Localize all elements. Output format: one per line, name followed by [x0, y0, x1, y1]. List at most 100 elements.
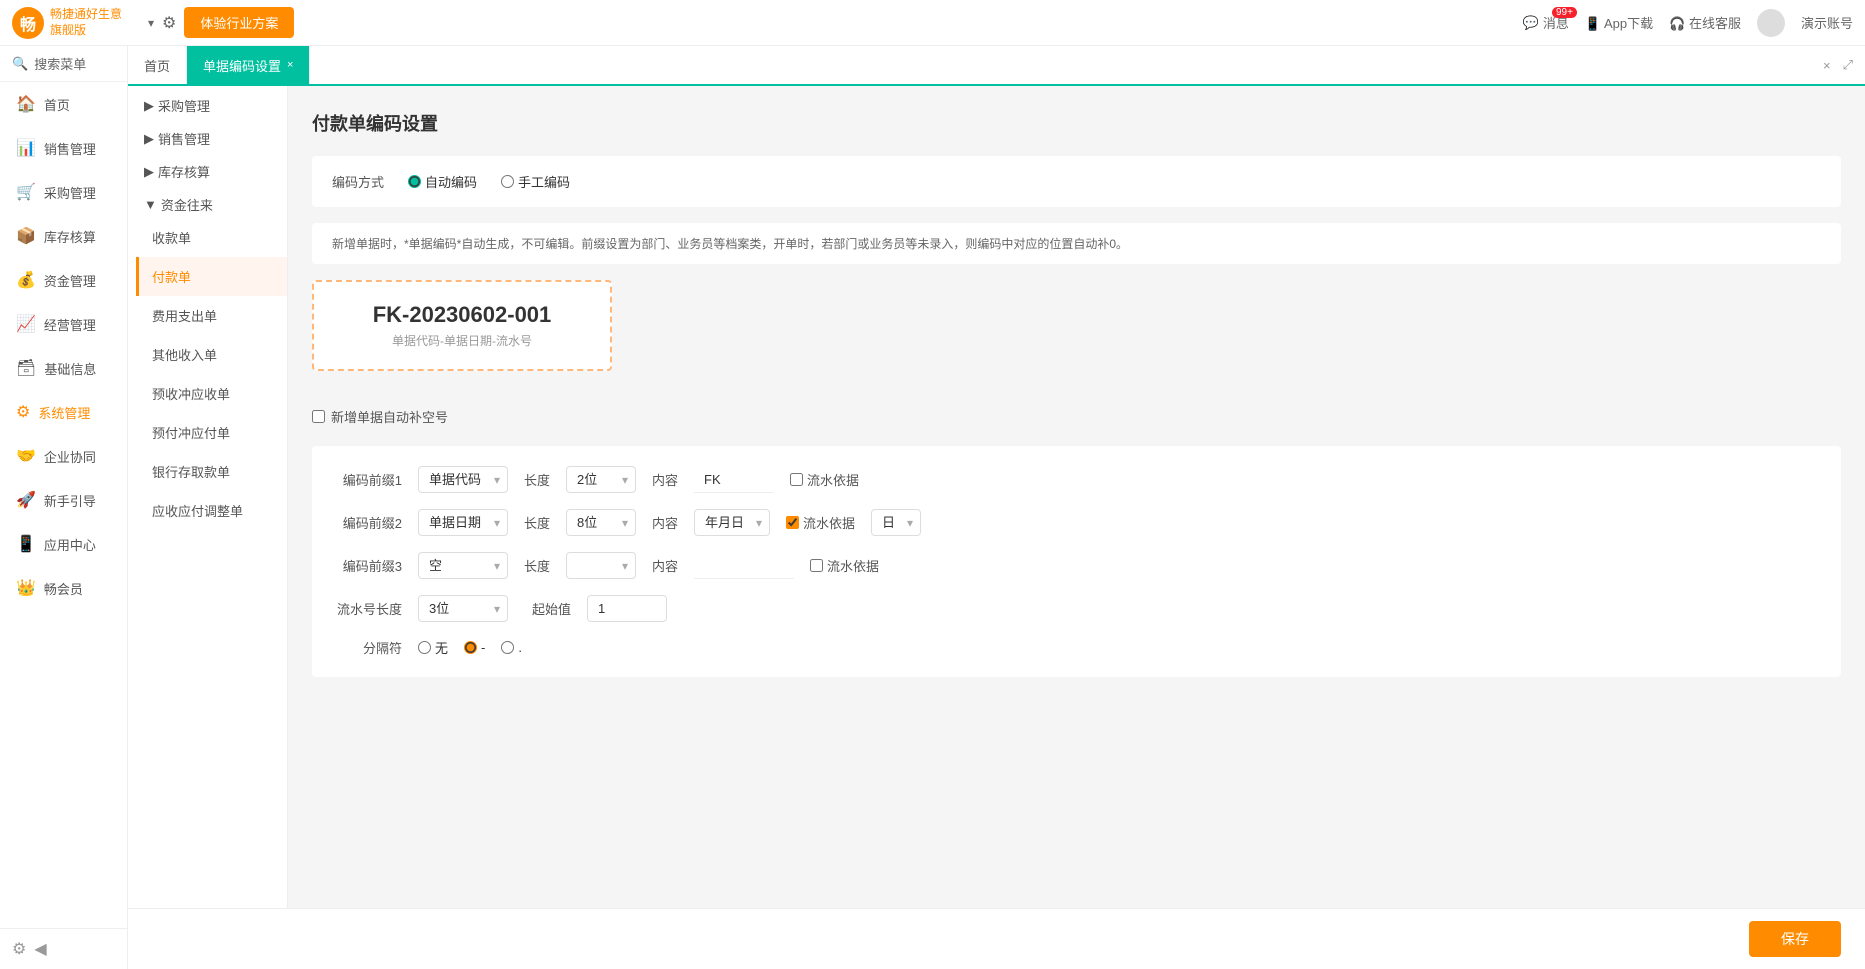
- prefix2-select[interactable]: 单据日期: [418, 509, 508, 536]
- stream1-checkbox-row: 流水依据: [790, 470, 859, 489]
- collapse-icon[interactable]: ◀: [34, 939, 46, 959]
- length1-select[interactable]: 2位: [566, 466, 636, 493]
- tab-close-icon[interactable]: ×: [287, 59, 293, 71]
- submenu-expense[interactable]: 费用支出单: [136, 296, 287, 335]
- stream2-cycle-select[interactable]: 日: [871, 509, 921, 536]
- content3-label: 内容: [652, 556, 678, 575]
- message-icon: 💬: [1523, 15, 1539, 31]
- message-btn[interactable]: 💬 消息 99+: [1523, 13, 1569, 32]
- online-service-btn[interactable]: 🎧 在线客服: [1669, 13, 1741, 32]
- form-section: 编码前缀1 单据代码 长度 2位 内容: [312, 446, 1841, 677]
- submenu-inventory[interactable]: ▶ 库存核算: [128, 152, 287, 185]
- inner-layout: ▶ 采购管理 ▶ 销售管理 ▶ 库存核算 ▼ 资金往来 收款单 付款单: [128, 86, 1865, 908]
- sep-none-label[interactable]: 无: [418, 638, 448, 657]
- prefix1-label: 编码前缀1: [332, 470, 402, 489]
- sidebar-item-system[interactable]: ⚙ 系统管理: [0, 390, 127, 434]
- avatar[interactable]: [1757, 9, 1785, 37]
- radio-sep-dot[interactable]: [501, 641, 514, 654]
- sidebar-item-collab[interactable]: 🤝 企业协同: [0, 434, 127, 478]
- tab-bar: 首页 单据编码设置 × × ⤢: [128, 46, 1865, 86]
- operations-icon: 📈: [16, 314, 36, 334]
- save-button[interactable]: 保存: [1749, 921, 1841, 957]
- settings-bottom-icon[interactable]: ⚙: [12, 939, 26, 959]
- prefix1-select[interactable]: 单据代码: [418, 466, 508, 493]
- tab-minimize-icon[interactable]: ×: [1823, 58, 1831, 73]
- sep-dot-label[interactable]: .: [501, 640, 522, 655]
- content1-label: 内容: [652, 470, 678, 489]
- content2-select[interactable]: 年月日: [694, 509, 770, 536]
- user-name: 演示账号: [1801, 13, 1853, 32]
- sidebar-item-inventory[interactable]: 📦 库存核算: [0, 214, 127, 258]
- radio-manual-label[interactable]: 手工编码: [501, 172, 570, 191]
- sep-dash-label[interactable]: -: [464, 640, 485, 655]
- form-row-serial: 流水号长度 3位 起始值: [332, 595, 1821, 622]
- submenu-prepay-pay[interactable]: 预付冲应付单: [136, 413, 287, 452]
- sidebar: 🔍 搜索菜单 🏠 首页 📊 销售管理 🛒 采购管理 📦 库存核算 💰 资金管理 …: [0, 46, 128, 969]
- length3-select[interactable]: [566, 552, 636, 579]
- prefix3-select[interactable]: 空: [418, 552, 508, 579]
- radio-sep-dash[interactable]: [464, 641, 477, 654]
- sidebar-item-home[interactable]: 🏠 首页: [0, 82, 127, 126]
- serial-len-label: 流水号长度: [332, 599, 402, 618]
- sidebar-item-member[interactable]: 👑 畅会员: [0, 566, 127, 610]
- content1-input: [694, 467, 774, 493]
- sidebar-item-sales[interactable]: 📊 销售管理: [0, 126, 127, 170]
- submenu-sales[interactable]: ▶ 销售管理: [128, 119, 287, 152]
- start-val-input[interactable]: [587, 595, 667, 622]
- radio-auto-label[interactable]: 自动编码: [408, 172, 477, 191]
- code-preview-sub: 单据代码-单据日期-流水号: [346, 332, 578, 349]
- sidebar-item-guide[interactable]: 🚀 新手引导: [0, 478, 127, 522]
- radio-sep-none[interactable]: [418, 641, 431, 654]
- tab-controls: × ⤢: [1811, 46, 1865, 84]
- stream3-checkbox[interactable]: [810, 559, 823, 572]
- trial-btn[interactable]: 体验行业方案: [184, 7, 294, 38]
- submenu-bank[interactable]: 银行存取款单: [136, 452, 287, 491]
- submenu-purchase[interactable]: ▶ 采购管理: [128, 86, 287, 119]
- tab-home[interactable]: 首页: [128, 46, 187, 84]
- top-bar-dropdown[interactable]: ▾: [148, 16, 154, 30]
- length2-select[interactable]: 8位: [566, 509, 636, 536]
- sidebar-item-purchase[interactable]: 🛒 采购管理: [0, 170, 127, 214]
- serial-len-select[interactable]: 3位: [418, 595, 508, 622]
- auto-fill-checkbox[interactable]: [312, 410, 325, 423]
- sidebar-bottom: ⚙ ◀: [0, 928, 127, 969]
- content2-label: 内容: [652, 513, 678, 532]
- length2-select-wrapper: 8位: [566, 509, 636, 536]
- tab-coding-settings[interactable]: 单据编码设置 ×: [187, 46, 310, 84]
- form-row-prefix2: 编码前缀2 单据日期 长度 8位 内容: [332, 509, 1821, 536]
- app-download-btn[interactable]: 📱 App下载: [1585, 13, 1653, 32]
- start-val-label: 起始值: [532, 599, 571, 618]
- sidebar-item-basic[interactable]: 🗃 基础信息: [0, 346, 127, 390]
- page-content: 付款单编码设置 编码方式 自动编码 手工编码 新增单据时，*单据编码*自动生成，…: [288, 86, 1865, 908]
- settings-icon[interactable]: ⚙: [162, 13, 176, 33]
- chevron-right-icon-2: ▶: [144, 131, 154, 147]
- radio-auto[interactable]: [408, 175, 421, 188]
- content-area: 首页 单据编码设置 × × ⤢ ▶ 采购管理 ▶ 销售管理: [128, 46, 1865, 969]
- tab-maximize-icon[interactable]: ⤢: [1843, 57, 1853, 73]
- length2-label: 长度: [524, 513, 550, 532]
- collab-icon: 🤝: [16, 446, 36, 466]
- submenu-adjust[interactable]: 应收应付调整单: [136, 491, 287, 530]
- sidebar-item-finance[interactable]: 💰 资金管理: [0, 258, 127, 302]
- sidebar-search[interactable]: 🔍 搜索菜单: [0, 46, 127, 82]
- length1-select-wrapper: 2位: [566, 466, 636, 493]
- sidebar-item-operations[interactable]: 📈 经营管理: [0, 302, 127, 346]
- sep-label: 分隔符: [332, 638, 402, 657]
- page-title: 付款单编码设置: [312, 110, 1841, 136]
- radio-manual[interactable]: [501, 175, 514, 188]
- submenu-receipt[interactable]: 收款单: [136, 218, 287, 257]
- stream2-checkbox-row: 流水依据: [786, 513, 855, 532]
- submenu-payment[interactable]: 付款单: [136, 257, 287, 296]
- chevron-down-icon: ▼: [144, 197, 157, 212]
- submenu-other-income[interactable]: 其他收入单: [136, 335, 287, 374]
- submenu-capital[interactable]: ▼ 资金往来: [128, 185, 287, 218]
- prefix3-label: 编码前缀3: [332, 556, 402, 575]
- submenu-prepay-recv[interactable]: 预收冲应收单: [136, 374, 287, 413]
- sidebar-item-apps[interactable]: 📱 应用中心: [0, 522, 127, 566]
- content3-input: [694, 553, 794, 579]
- stream1-checkbox[interactable]: [790, 473, 803, 486]
- prefix1-select-wrapper: 单据代码: [418, 466, 508, 493]
- stream2-checkbox[interactable]: [786, 516, 799, 529]
- guide-icon: 🚀: [16, 490, 36, 510]
- stream2-cycle-wrapper: 日: [871, 509, 921, 536]
